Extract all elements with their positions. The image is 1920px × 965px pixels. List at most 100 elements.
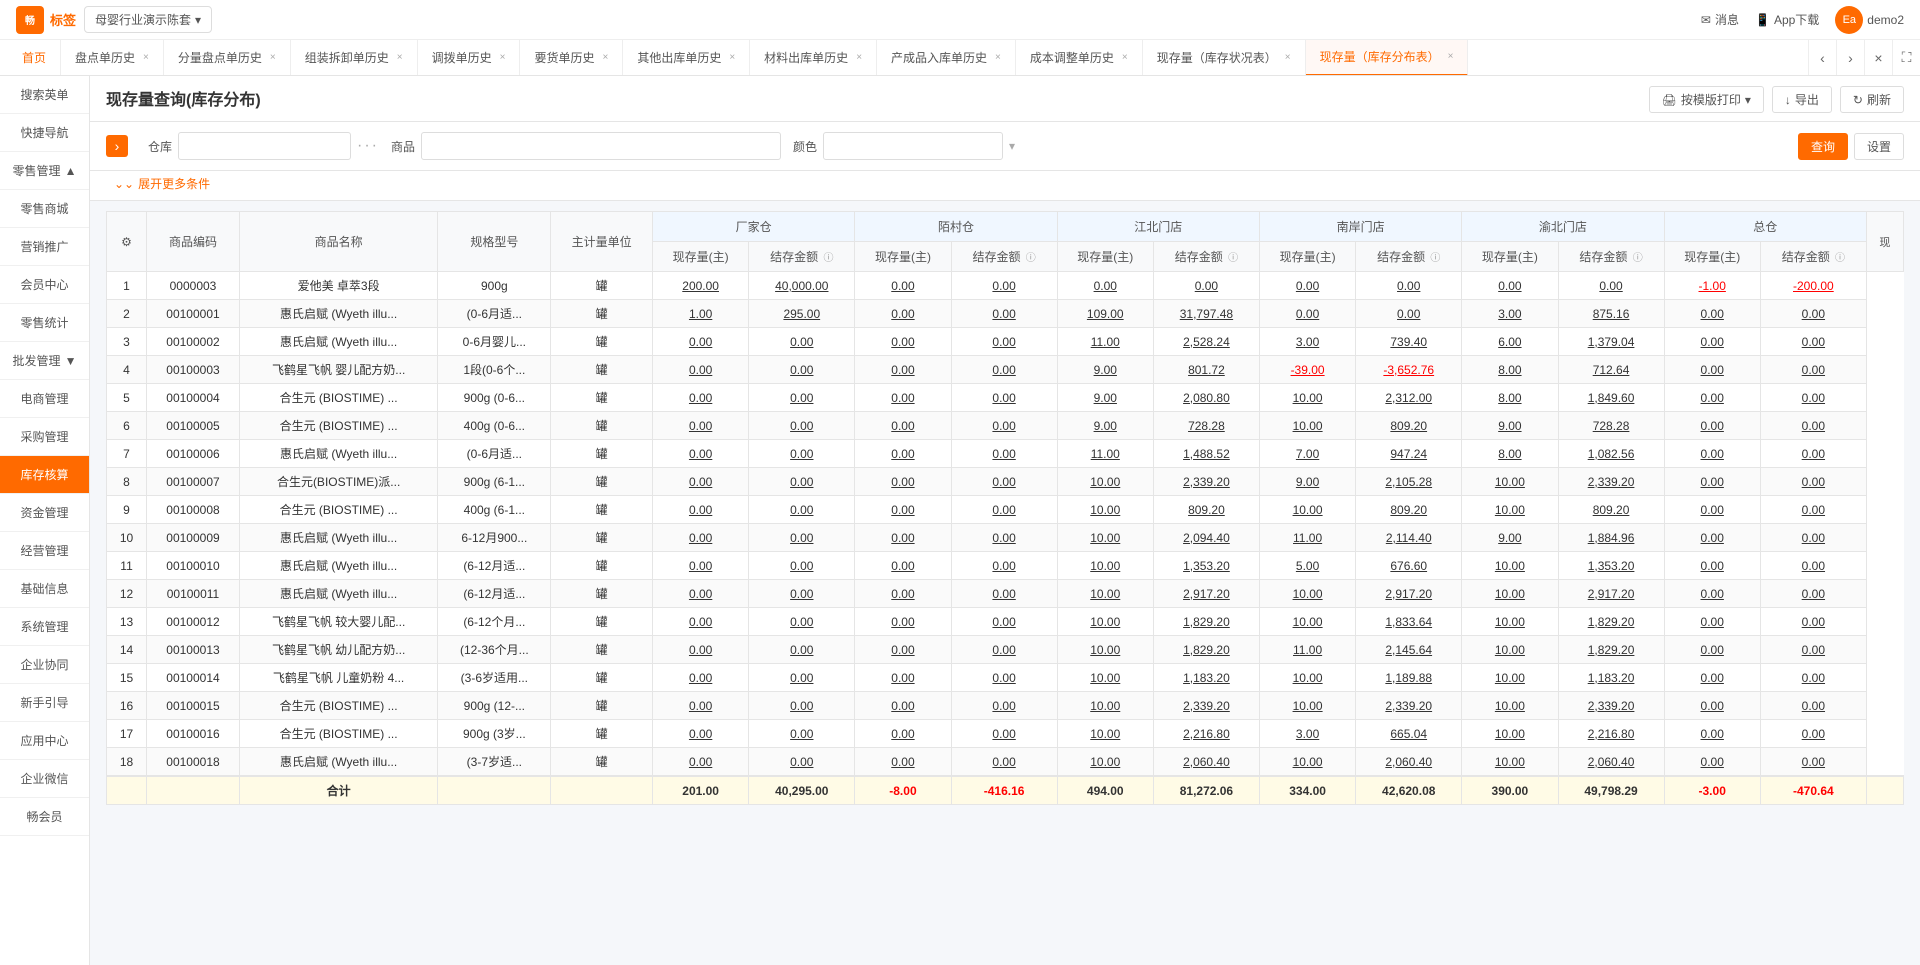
footer-jiangbei-amt: 81,272.06: [1153, 776, 1259, 805]
settings-btn[interactable]: 设置: [1854, 133, 1904, 160]
th-jiangbei-qty: 现存量(主): [1057, 242, 1153, 272]
sidebar-item-finance[interactable]: 资金管理: [0, 494, 89, 532]
th-yubei-amt: 结存金额 ⓘ: [1558, 242, 1664, 272]
footer-label: 合计: [239, 776, 437, 805]
tab-kucun-status[interactable]: 现存量（库存状况表） ×: [1143, 40, 1306, 76]
logo-area: 畅 标签: [16, 6, 76, 34]
tab-qita[interactable]: 其他出库单历史 ×: [623, 40, 750, 76]
refresh-icon: ↻: [1853, 93, 1863, 107]
tab-zuzhuang[interactable]: 组装拆卸单历史 ×: [291, 40, 418, 76]
table-row: 1800100018惠氏启赋 (Wyeth illu...(3-7岁适...罐0…: [107, 748, 1904, 777]
table-row: 200100001惠氏启赋 (Wyeth illu...(0-6月适...罐1.…: [107, 300, 1904, 328]
sidebar-item-purchase[interactable]: 采购管理: [0, 418, 89, 456]
close-icon[interactable]: ×: [500, 52, 506, 63]
close-icon[interactable]: ×: [270, 52, 276, 63]
tab-fenliang[interactable]: 分量盘点单历史 ×: [164, 40, 291, 76]
sidebar-item-member[interactable]: 会员中心: [0, 266, 89, 304]
close-icon[interactable]: ×: [602, 52, 608, 63]
nav-expand-btn[interactable]: ⛶: [1892, 40, 1920, 76]
table-row: 900100008合生元 (BIOSTIME) ...400g (6-1...罐…: [107, 496, 1904, 524]
goods-label: 商品: [391, 138, 415, 155]
footer-jiangbei-qty: 494.00: [1057, 776, 1153, 805]
tab-diaob[interactable]: 调拨单历史 ×: [418, 40, 521, 76]
table-container: ⚙ 商品编码 商品名称 规格型号 主计量单位 厂家仓 陌村仓 江北门店 南岸门店…: [90, 201, 1920, 965]
sidebar-item-wholesale[interactable]: 批发管理 ▼: [0, 342, 89, 380]
expand-conditions[interactable]: ⌄⌄ 展开更多条件: [114, 175, 210, 192]
sidebar-item-ecommerce[interactable]: 电商管理: [0, 380, 89, 418]
warehouse-label: 仓库: [148, 138, 172, 155]
tab-kucun-dist[interactable]: 现存量（库存分布表） ×: [1306, 40, 1469, 76]
message-icon: ✉: [1701, 13, 1711, 27]
close-icon[interactable]: ×: [1122, 52, 1128, 63]
sidebar-item-apps[interactable]: 应用中心: [0, 722, 89, 760]
sidebar-item-collab[interactable]: 企业协同: [0, 646, 89, 684]
tab-cailiao[interactable]: 材料出库单历史 ×: [750, 40, 877, 76]
sidebar-item-search[interactable]: 搜索英单: [0, 76, 89, 114]
sidebar: 搜索英单 快捷导航 零售管理 ▲ 零售商城 营销推广 会员中心 零售统计 批发管…: [0, 76, 90, 965]
nav-close-btn[interactable]: ×: [1864, 40, 1892, 76]
sidebar-item-retail-stat[interactable]: 零售统计: [0, 304, 89, 342]
content-area: 现存量查询(库存分布) 🖨 按模版打印 ▾ ↓ 导出 ↻ 刷新: [90, 76, 1920, 965]
table-row: 800100007合生元(BIOSTIME)派...900g (6-1...罐0…: [107, 468, 1904, 496]
tab-yaohuo[interactable]: 要货单历史 ×: [520, 40, 623, 76]
sidebar-item-basic[interactable]: 基础信息: [0, 570, 89, 608]
download-icon: 📱: [1755, 13, 1770, 27]
close-icon[interactable]: ×: [995, 52, 1001, 63]
close-icon[interactable]: ×: [856, 52, 862, 63]
th-mucun: 陌村仓: [855, 212, 1057, 242]
collapse-btn[interactable]: ›: [106, 135, 128, 157]
table-row: 700100006惠氏启赋 (Wyeth illu...(0-6月适...罐0.…: [107, 440, 1904, 468]
tab-home[interactable]: 首页: [8, 40, 61, 76]
sidebar-item-marketing[interactable]: 营销推广: [0, 228, 89, 266]
nav-right-btn[interactable]: ›: [1836, 40, 1864, 76]
sidebar-item-mall[interactable]: 零售商城: [0, 190, 89, 228]
color-input[interactable]: [823, 132, 1003, 160]
th-settings[interactable]: ⚙: [107, 212, 147, 272]
close-icon[interactable]: ×: [1285, 52, 1291, 63]
app-download-btn[interactable]: 📱 App下载: [1755, 11, 1819, 28]
footer-mucun-amt: -416.16: [951, 776, 1057, 805]
page-header: 现存量查询(库存分布) 🖨 按模版打印 ▾ ↓ 导出 ↻ 刷新: [90, 76, 1920, 122]
print-btn[interactable]: 🖨 按模版打印 ▾: [1649, 86, 1764, 113]
th-mucun-qty: 现存量(主): [855, 242, 951, 272]
sidebar-item-operations[interactable]: 经营管理: [0, 532, 89, 570]
table-row: 10000003爱他美 卓萃3段900g罐200.0040,000.000.00…: [107, 272, 1904, 300]
th-total-amt: 结存金额 ⓘ: [1760, 242, 1866, 272]
close-icon[interactable]: ×: [397, 52, 403, 63]
sidebar-item-system[interactable]: 系统管理: [0, 608, 89, 646]
sidebar-item-wechat[interactable]: 企业微信: [0, 760, 89, 798]
page-header-actions: 🖨 按模版打印 ▾ ↓ 导出 ↻ 刷新: [1649, 86, 1904, 121]
export-btn[interactable]: ↓ 导出: [1772, 86, 1832, 113]
close-icon[interactable]: ×: [729, 52, 735, 63]
close-icon[interactable]: ×: [143, 52, 149, 63]
refresh-btn[interactable]: ↻ 刷新: [1840, 86, 1904, 113]
logo-icon: 畅: [16, 6, 44, 34]
table-row: 1400100013飞鹤星飞帆 幼儿配方奶...(12-36个月...罐0.00…: [107, 636, 1904, 664]
page-title: 现存量查询(库存分布): [106, 86, 261, 110]
sidebar-item-inventory[interactable]: 库存核算: [0, 456, 89, 494]
sidebar-item-guide[interactable]: 新手引导: [0, 684, 89, 722]
user-menu[interactable]: Ea demo2: [1835, 6, 1904, 34]
export-icon: ↓: [1785, 93, 1791, 107]
tab-chengben[interactable]: 成本调整单历史 ×: [1016, 40, 1143, 76]
tab-pandian[interactable]: 盘点单历史 ×: [61, 40, 164, 76]
goods-input[interactable]: babycare孕妇待产包 春季入院全套母子组合孕妇产后冬季月子用品 22件套 …: [421, 132, 781, 160]
print-icon: 🖨: [1662, 93, 1677, 107]
message-btn[interactable]: ✉ 消息: [1701, 11, 1739, 28]
warehouse-input[interactable]: [178, 132, 351, 160]
th-mucun-amt: 结存金额 ⓘ: [951, 242, 1057, 272]
close-icon[interactable]: ×: [1448, 51, 1454, 62]
tab-chengpin[interactable]: 产成品入库单历史 ×: [877, 40, 1016, 76]
chevron-icon: ▼: [65, 354, 77, 368]
footer-total-qty: -3.00: [1664, 776, 1760, 805]
query-btn[interactable]: 查询: [1798, 133, 1848, 160]
footer-nanan-qty: 334.00: [1259, 776, 1355, 805]
nav-left-btn[interactable]: ‹: [1808, 40, 1836, 76]
th-unit: 主计量单位: [551, 212, 653, 272]
top-bar-right: ✉ 消息 📱 App下载 Ea demo2: [1701, 6, 1904, 34]
sidebar-item-nav[interactable]: 快捷导航: [0, 114, 89, 152]
sidebar-item-member2[interactable]: 畅会员: [0, 798, 89, 836]
footer-factory-qty: 201.00: [652, 776, 748, 805]
sidebar-item-retail[interactable]: 零售管理 ▲: [0, 152, 89, 190]
industry-selector[interactable]: 母婴行业演示陈套 ▾: [84, 6, 212, 33]
